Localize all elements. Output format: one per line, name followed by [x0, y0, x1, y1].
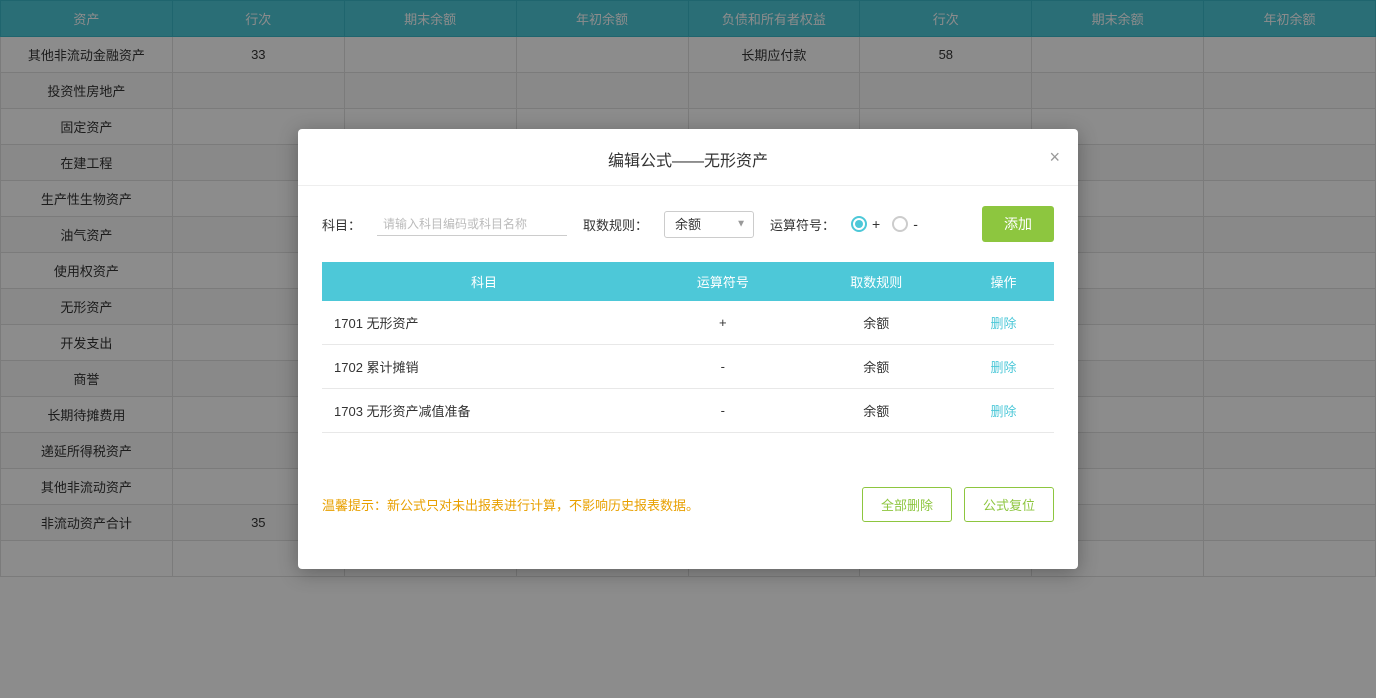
dialog-header: 编辑公式——无形资产 × — [298, 129, 1078, 186]
row2-rule: 余额 — [800, 345, 953, 389]
delete-row2-button[interactable]: 删除 — [991, 360, 1017, 375]
row1-operator: + — [646, 301, 799, 345]
col-subject: 科目 — [322, 262, 646, 301]
col-rule: 取数规则 — [800, 262, 953, 301]
delete-all-button[interactable]: 全部删除 — [862, 487, 952, 522]
row1-subject: 1701 无形资产 — [322, 301, 646, 345]
rule-label: 取数规则： — [583, 215, 648, 234]
delete-row1-button[interactable]: 删除 — [991, 316, 1017, 331]
rule-select[interactable]: 余额 — [664, 211, 754, 238]
close-button[interactable]: × — [1049, 148, 1060, 166]
table-row: 1701 无形资产 + 余额 删除 — [322, 301, 1054, 345]
modal-overlay: 编辑公式——无形资产 × 科目： 取数规则： 余额 ▼ 运算符号： — [0, 0, 1376, 698]
row3-operator: - — [646, 389, 799, 433]
radio-plus-icon — [851, 216, 867, 232]
form-row: 科目： 取数规则： 余额 ▼ 运算符号： + — [322, 206, 1054, 242]
add-button[interactable]: 添加 — [982, 206, 1054, 242]
formula-table: 科目 运算符号 取数规则 操作 1701 无形资产 + 余额 删除 — [322, 262, 1054, 433]
row3-action: 删除 — [953, 389, 1054, 433]
radio-plus-label: + — [872, 216, 880, 232]
row2-subject: 1702 累计摊销 — [322, 345, 646, 389]
radio-minus[interactable]: - — [892, 216, 918, 232]
edit-formula-dialog: 编辑公式——无形资产 × 科目： 取数规则： 余额 ▼ 运算符号： — [298, 129, 1078, 569]
row3-subject: 1703 无形资产减值准备 — [322, 389, 646, 433]
operator-label: 运算符号： — [770, 215, 835, 234]
dialog-footer: 温馨提示：新公式只对未出报表进行计算，不影响历史报表数据。 全部删除 公式复位 — [298, 473, 1078, 540]
reset-formula-button[interactable]: 公式复位 — [964, 487, 1054, 522]
subject-input[interactable] — [377, 212, 567, 236]
row3-rule: 余额 — [800, 389, 953, 433]
subject-label: 科目： — [322, 215, 361, 234]
row1-rule: 余额 — [800, 301, 953, 345]
col-action: 操作 — [953, 262, 1054, 301]
row2-action: 删除 — [953, 345, 1054, 389]
table-row: 1703 无形资产减值准备 - 余额 删除 — [322, 389, 1054, 433]
delete-row3-button[interactable]: 删除 — [991, 404, 1017, 419]
row2-operator: - — [646, 345, 799, 389]
rule-select-wrap: 余额 ▼ — [664, 211, 754, 238]
operator-radio-group: + - — [851, 216, 918, 232]
dialog-title: 编辑公式——无形资产 — [608, 147, 768, 171]
tip-text: 温馨提示：新公式只对未出报表进行计算，不影响历史报表数据。 — [322, 495, 699, 514]
table-row: 1702 累计摊销 - 余额 删除 — [322, 345, 1054, 389]
row1-action: 删除 — [953, 301, 1054, 345]
footer-buttons: 全部删除 公式复位 — [862, 487, 1054, 522]
col-operator: 运算符号 — [646, 262, 799, 301]
radio-minus-label: - — [913, 216, 918, 232]
dialog-body: 科目： 取数规则： 余额 ▼ 运算符号： + — [298, 186, 1078, 473]
radio-minus-icon — [892, 216, 908, 232]
table-header-row: 科目 运算符号 取数规则 操作 — [322, 262, 1054, 301]
radio-plus[interactable]: + — [851, 216, 880, 232]
